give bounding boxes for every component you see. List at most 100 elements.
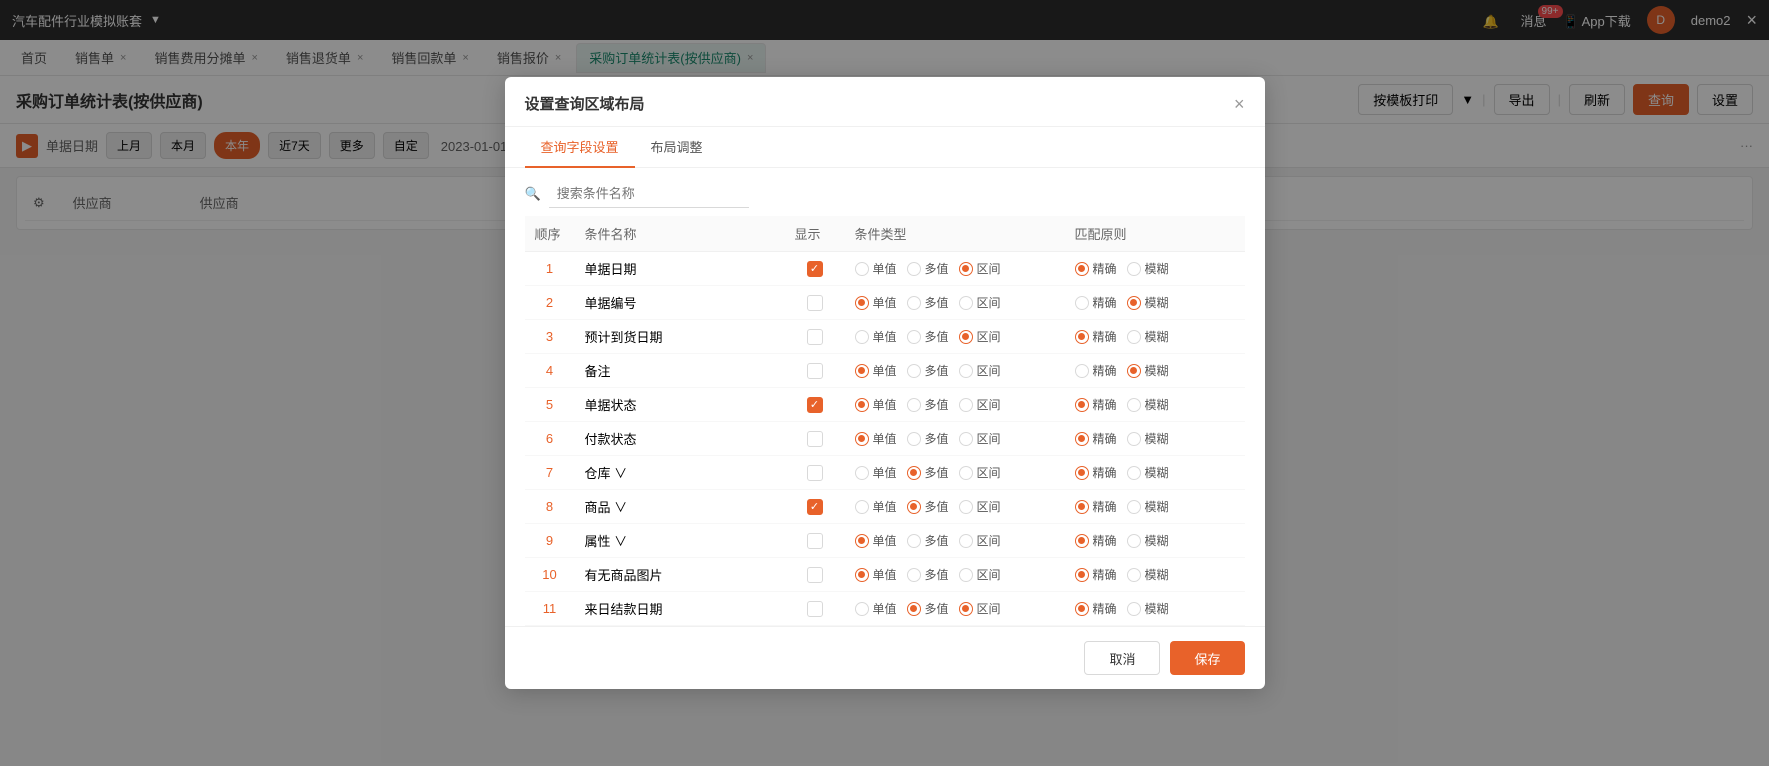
type-radio-range[interactable]: 区间	[959, 464, 1001, 481]
modal-tab-query-fields[interactable]: 查询字段设置	[525, 127, 635, 168]
match-radio-fuzzy[interactable]: 模糊	[1127, 532, 1169, 549]
cancel-button[interactable]: 取消	[1084, 641, 1160, 675]
match-radio-exact[interactable]: 精确	[1075, 532, 1117, 549]
match-radio-fuzzy[interactable]: 模糊	[1127, 498, 1169, 515]
display-checkbox[interactable]	[807, 295, 823, 311]
type-radio-range[interactable]: 区间	[959, 260, 1001, 277]
type-radio-range[interactable]: 区间	[959, 600, 1001, 617]
type-radio-single[interactable]: 单值	[855, 260, 897, 277]
match-radio-fuzzy[interactable]: 模糊	[1127, 260, 1169, 277]
row-name: 商品 ∨	[575, 490, 785, 524]
type-radio-multi[interactable]: 多值	[907, 328, 949, 345]
display-checkbox[interactable]	[807, 431, 823, 447]
type-radio-multi[interactable]: 多值	[907, 566, 949, 583]
type-radio-single[interactable]: 单值	[855, 362, 897, 379]
type-radio-single[interactable]: 单值	[855, 328, 897, 345]
row-display-cell[interactable]	[785, 252, 845, 286]
range-radio-dot	[959, 330, 973, 344]
type-radio-range[interactable]: 区间	[959, 532, 1001, 549]
display-checkbox[interactable]	[807, 397, 823, 413]
row-display-cell[interactable]	[785, 286, 845, 320]
match-radio-fuzzy[interactable]: 模糊	[1127, 464, 1169, 481]
exact-match-radio-label: 精确	[1093, 362, 1117, 379]
exact-match-radio-dot	[1075, 432, 1089, 446]
modal-tab-layout[interactable]: 布局调整	[635, 127, 719, 168]
match-radio-exact[interactable]: 精确	[1075, 294, 1117, 311]
type-radio-multi[interactable]: 多值	[907, 430, 949, 447]
match-radio-exact[interactable]: 精确	[1075, 464, 1117, 481]
type-radio-single[interactable]: 单值	[855, 498, 897, 515]
type-radio-single[interactable]: 单值	[855, 600, 897, 617]
fuzzy-match-radio-label: 模糊	[1145, 328, 1169, 345]
row-type-cell: 单值多值区间	[845, 388, 1065, 422]
type-radio-single[interactable]: 单值	[855, 294, 897, 311]
match-radio-exact[interactable]: 精确	[1075, 260, 1117, 277]
type-radio-single[interactable]: 单值	[855, 464, 897, 481]
type-radio-multi[interactable]: 多值	[907, 294, 949, 311]
range-radio-label: 区间	[977, 430, 1001, 447]
type-radio-single[interactable]: 单值	[855, 430, 897, 447]
display-checkbox[interactable]	[807, 601, 823, 617]
type-radio-multi[interactable]: 多值	[907, 362, 949, 379]
match-radio-exact[interactable]: 精确	[1075, 566, 1117, 583]
fuzzy-match-radio-dot	[1127, 534, 1141, 548]
match-radio-fuzzy[interactable]: 模糊	[1127, 396, 1169, 413]
type-radio-multi[interactable]: 多值	[907, 532, 949, 549]
match-radio-exact[interactable]: 精确	[1075, 600, 1117, 617]
display-checkbox[interactable]	[807, 363, 823, 379]
type-radio-multi[interactable]: 多值	[907, 260, 949, 277]
search-input[interactable]	[549, 180, 749, 208]
display-checkbox[interactable]	[807, 567, 823, 583]
type-radio-multi[interactable]: 多值	[907, 396, 949, 413]
row-display-cell[interactable]	[785, 524, 845, 558]
match-radio-exact[interactable]: 精确	[1075, 396, 1117, 413]
row-display-cell[interactable]	[785, 456, 845, 490]
display-checkbox[interactable]	[807, 329, 823, 345]
match-radio-fuzzy[interactable]: 模糊	[1127, 430, 1169, 447]
display-checkbox[interactable]	[807, 465, 823, 481]
row-display-cell[interactable]	[785, 320, 845, 354]
type-radio-single[interactable]: 单值	[855, 566, 897, 583]
match-radio-fuzzy[interactable]: 模糊	[1127, 362, 1169, 379]
type-radio-multi[interactable]: 多值	[907, 464, 949, 481]
row-display-cell[interactable]	[785, 558, 845, 592]
match-radio-exact[interactable]: 精确	[1075, 498, 1117, 515]
exact-match-radio-label: 精确	[1093, 532, 1117, 549]
type-radio-range[interactable]: 区间	[959, 566, 1001, 583]
type-radio-single[interactable]: 单值	[855, 396, 897, 413]
row-type-cell: 单值多值区间	[845, 456, 1065, 490]
type-radio-multi[interactable]: 多值	[907, 498, 949, 515]
single-radio-dot	[855, 466, 869, 480]
row-display-cell[interactable]	[785, 592, 845, 626]
row-match-cell: 精确模糊	[1065, 422, 1245, 456]
display-checkbox[interactable]	[807, 499, 823, 515]
display-checkbox[interactable]	[807, 261, 823, 277]
match-radio-exact[interactable]: 精确	[1075, 430, 1117, 447]
row-name: 仓库 ∨	[575, 456, 785, 490]
type-radio-range[interactable]: 区间	[959, 362, 1001, 379]
match-radio-exact[interactable]: 精确	[1075, 328, 1117, 345]
row-display-cell[interactable]	[785, 388, 845, 422]
match-radio-exact[interactable]: 精确	[1075, 362, 1117, 379]
modal-close-button[interactable]: ×	[1234, 95, 1245, 113]
row-display-cell[interactable]	[785, 354, 845, 388]
type-radio-single[interactable]: 单值	[855, 532, 897, 549]
save-button[interactable]: 保存	[1170, 641, 1244, 675]
type-radio-range[interactable]: 区间	[959, 396, 1001, 413]
multi-radio-dot	[907, 432, 921, 446]
display-checkbox[interactable]	[807, 533, 823, 549]
row-display-cell[interactable]	[785, 422, 845, 456]
type-radio-range[interactable]: 区间	[959, 430, 1001, 447]
match-radio-fuzzy[interactable]: 模糊	[1127, 600, 1169, 617]
row-name: 预计到货日期	[575, 320, 785, 354]
type-radio-range[interactable]: 区间	[959, 328, 1001, 345]
exact-match-radio-dot	[1075, 534, 1089, 548]
type-radio-multi[interactable]: 多值	[907, 600, 949, 617]
match-radio-fuzzy[interactable]: 模糊	[1127, 328, 1169, 345]
type-radio-range[interactable]: 区间	[959, 498, 1001, 515]
type-radio-range[interactable]: 区间	[959, 294, 1001, 311]
row-display-cell[interactable]	[785, 490, 845, 524]
match-radio-fuzzy[interactable]: 模糊	[1127, 294, 1169, 311]
match-radio-fuzzy[interactable]: 模糊	[1127, 566, 1169, 583]
match-radio-group: 精确模糊	[1075, 396, 1235, 413]
